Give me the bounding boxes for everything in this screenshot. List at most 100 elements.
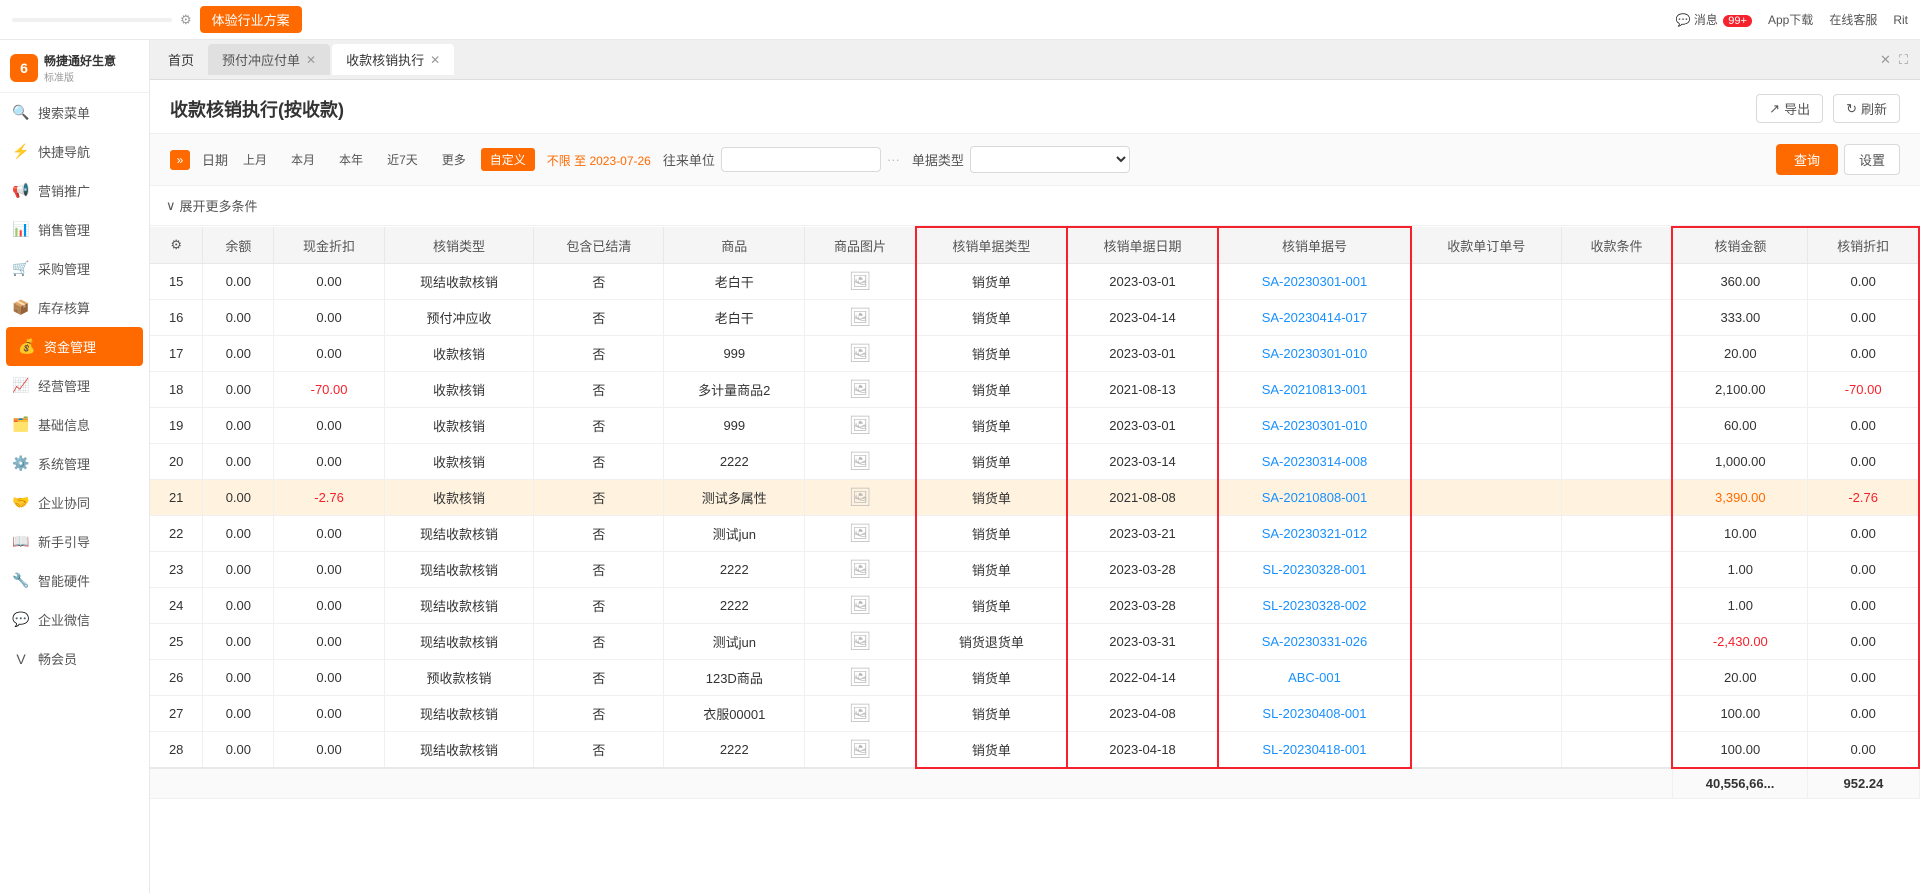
industry-btn[interactable]: 体验行业方案 <box>200 6 302 33</box>
cell-bill-date: 2021-08-08 <box>1067 480 1218 516</box>
cell-order-no <box>1411 372 1561 408</box>
col-bill-no: 核销单据号 <box>1218 227 1411 264</box>
export-btn[interactable]: ↗ 导出 <box>1756 94 1823 123</box>
sidebar-item-10[interactable]: 🤝企业协同 <box>0 483 149 522</box>
col-amount: 核销金额 <box>1672 227 1808 264</box>
sidebar-item-1[interactable]: ⚡快捷导航 <box>0 132 149 171</box>
tab-writeoff[interactable]: 收款核销执行 ✕ <box>332 44 454 75</box>
table-row: 20 0.00 0.00 收款核销 否 2222 🖼 销货单 2023-03-1… <box>150 444 1919 480</box>
filter-custom[interactable]: 自定义 <box>481 148 535 171</box>
cell-bill-date: 2023-04-18 <box>1067 732 1218 769</box>
cell-balance: 0.00 <box>203 516 274 552</box>
sidebar-item-3[interactable]: 📊销售管理 <box>0 210 149 249</box>
tab1-close-icon[interactable]: ✕ <box>306 53 316 67</box>
sidebar-item-2[interactable]: 📢营销推广 <box>0 171 149 210</box>
col-settled: 包含已结清 <box>534 227 664 264</box>
cell-bill-no: SA-20230301-010 <box>1218 336 1411 372</box>
query-btn[interactable]: 查询 <box>1776 144 1838 175</box>
tab-home[interactable]: 首页 <box>154 44 208 75</box>
cell-bill-date: 2021-08-13 <box>1067 372 1218 408</box>
cell-balance: 0.00 <box>203 624 274 660</box>
toggle-filter-icon[interactable]: » <box>170 150 190 170</box>
sidebar-nav: 🔍搜索菜单⚡快捷导航📢营销推广📊销售管理🛒采购管理📦库存核算💰资金管理📈经营管理… <box>0 93 149 893</box>
top-bar: ⚙ 体验行业方案 💬 消息 99+ App下载 在线客服 Rit <box>0 0 1920 40</box>
sidebar-item-4[interactable]: 🛒采购管理 <box>0 249 149 288</box>
sidebar-item-7[interactable]: 📈经营管理 <box>0 366 149 405</box>
nav-icon-3: 📊 <box>12 221 30 238</box>
col-balance: 余额 <box>203 227 274 264</box>
cell-bill-type: 销货单 <box>916 300 1067 336</box>
sidebar-item-0[interactable]: 🔍搜索菜单 <box>0 93 149 132</box>
cell-bill-no: SA-20230301-010 <box>1218 408 1411 444</box>
col-disc: 核销折扣 <box>1808 227 1919 264</box>
sidebar-item-9[interactable]: ⚙️系统管理 <box>0 444 149 483</box>
refresh-btn[interactable]: ↻ 刷新 <box>1833 94 1900 123</box>
page-title: 收款核销执行(按收款) <box>170 96 344 122</box>
cell-payment-cond <box>1561 444 1672 480</box>
cell-disc-field: -70.00 <box>1808 372 1919 408</box>
cell-amount: 60.00 <box>1672 408 1808 444</box>
filter-this-month[interactable]: 本月 <box>282 148 324 171</box>
cell-goods: 2222 <box>664 552 805 588</box>
tab-prepay[interactable]: 预付冲应付单 ✕ <box>208 44 330 75</box>
nav-icon-8: 🗂️ <box>12 416 30 433</box>
cell-settled: 否 <box>534 372 664 408</box>
tab-bar-actions: ✕ ⛶ <box>1880 52 1916 68</box>
table-header-row: ⚙ 余额 现金折扣 核销类型 包含已结清 商品 商品图片 核销单据类型 核销单据… <box>150 227 1919 264</box>
cell-bill-type: 销货单 <box>916 336 1067 372</box>
cell-bill-type: 销货单 <box>916 660 1067 696</box>
col-bill-type: 核销单据类型 <box>916 227 1067 264</box>
cell-bill-type: 销货单 <box>916 696 1067 732</box>
maximize-icon[interactable]: ⛶ <box>1899 52 1908 68</box>
cell-disc-field: 0.00 <box>1808 552 1919 588</box>
cell-amount: 20.00 <box>1672 660 1808 696</box>
col-writeoff-type: 核销类型 <box>384 227 534 264</box>
filter-last-month[interactable]: 上月 <box>234 148 276 171</box>
tab2-close-icon[interactable]: ✕ <box>430 53 440 67</box>
cell-amount: 360.00 <box>1672 264 1808 300</box>
sidebar-item-12[interactable]: 🔧智能硬件 <box>0 561 149 600</box>
partner-input[interactable] <box>721 147 881 172</box>
cell-disc-field: 0.00 <box>1808 444 1919 480</box>
cell-order-no <box>1411 300 1561 336</box>
cell-type: 现结收款核销 <box>384 552 534 588</box>
sidebar-item-5[interactable]: 📦库存核算 <box>0 288 149 327</box>
cell-type: 现结收款核销 <box>384 732 534 769</box>
settings-btn[interactable]: 设置 <box>1844 144 1900 175</box>
sidebar-item-6[interactable]: 💰资金管理 <box>6 327 143 366</box>
close-all-icon[interactable]: ✕ <box>1880 52 1891 68</box>
cell-balance: 0.00 <box>203 732 274 769</box>
message-btn[interactable]: 💬 消息 99+ <box>1676 11 1752 28</box>
expand-more-row: ∨ 展开更多条件 <box>150 186 1920 226</box>
cell-bill-no: SA-20230331-026 <box>1218 624 1411 660</box>
col-settings[interactable]: ⚙ <box>150 227 203 264</box>
filter-7days[interactable]: 近7天 <box>378 148 427 171</box>
cell-bill-no: SL-20230328-001 <box>1218 552 1411 588</box>
sidebar-item-13[interactable]: 💬企业微信 <box>0 600 149 639</box>
col-payment-cond: 收款条件 <box>1561 227 1672 264</box>
cell-payment-cond <box>1561 408 1672 444</box>
table-row: 25 0.00 0.00 现结收款核销 否 测试jun 🖼 销货退货单 2023… <box>150 624 1919 660</box>
cell-bill-date: 2023-04-14 <box>1067 300 1218 336</box>
cell-disc-field: 0.00 <box>1808 336 1919 372</box>
cell-order-no <box>1411 552 1561 588</box>
gear-icon[interactable]: ⚙ <box>180 12 192 28</box>
top-search[interactable] <box>12 18 172 22</box>
cell-seq: 15 <box>150 264 203 300</box>
filter-this-year[interactable]: 本年 <box>330 148 372 171</box>
sidebar-item-14[interactable]: V畅会员 <box>0 639 149 678</box>
bill-type-select[interactable] <box>970 146 1130 173</box>
cell-order-no <box>1411 264 1561 300</box>
online-service-btn[interactable]: 在线客服 <box>1829 11 1877 28</box>
expand-more-btn[interactable]: ∨ 展开更多条件 <box>156 192 1914 219</box>
cell-type: 收款核销 <box>384 336 534 372</box>
nav-label-8: 基础信息 <box>38 415 90 434</box>
app-download-btn[interactable]: App下载 <box>1768 11 1813 28</box>
cell-amount: 100.00 <box>1672 696 1808 732</box>
cell-bill-type: 销货单 <box>916 444 1067 480</box>
table-row: 19 0.00 0.00 收款核销 否 999 🖼 销货单 2023-03-01… <box>150 408 1919 444</box>
sidebar-item-8[interactable]: 🗂️ 基础信息 <box>0 405 149 444</box>
user-name: Rit <box>1893 13 1908 27</box>
filter-more-date[interactable]: 更多 <box>433 148 475 171</box>
sidebar-item-11[interactable]: 📖新手引导 <box>0 522 149 561</box>
